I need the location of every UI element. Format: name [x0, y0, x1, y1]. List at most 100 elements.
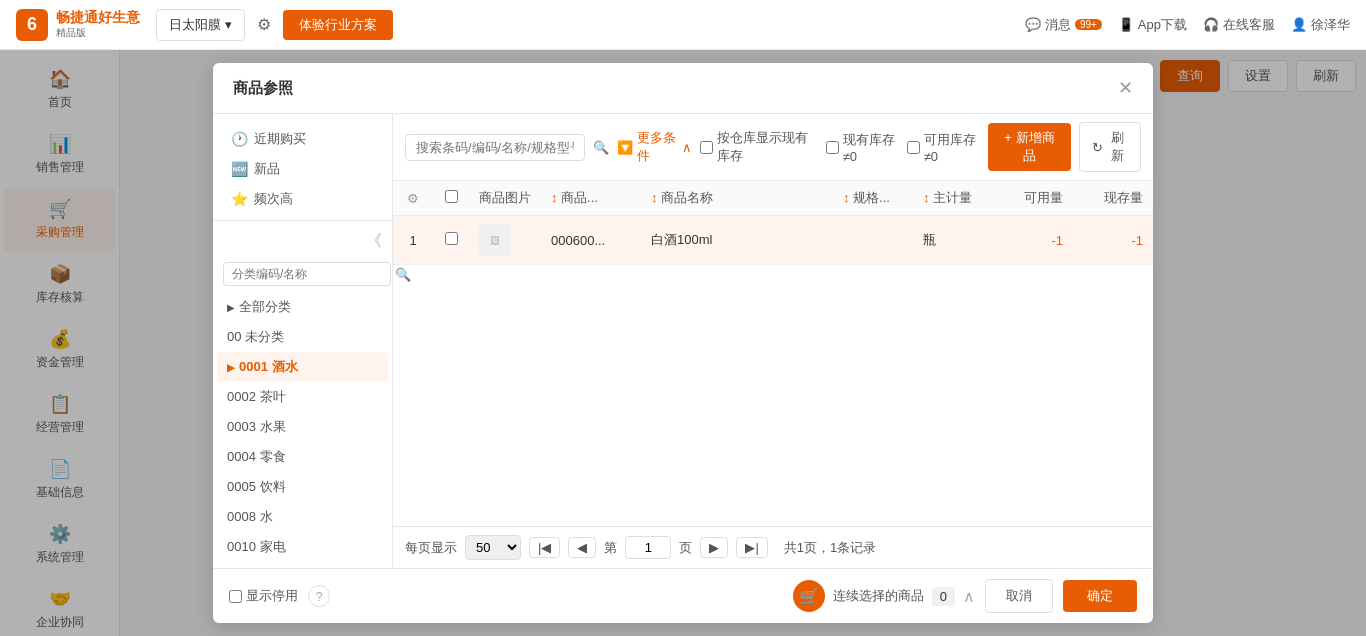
- sort-icon2: ↕: [651, 190, 658, 205]
- new-icon: 🆕: [231, 161, 248, 177]
- cat-item-appliance[interactable]: 0010 家电: [217, 532, 388, 558]
- cart-icon[interactable]: 🛒: [793, 580, 825, 612]
- prev-page-button[interactable]: ◀: [568, 537, 596, 558]
- headset-icon: 🎧: [1203, 17, 1219, 32]
- modal-left-panel: 🕐 近期购买 🆕 新品 ⭐ 频次高: [213, 114, 393, 568]
- cat-item-liquor[interactable]: ▶ 0001 酒水: [217, 352, 388, 382]
- add-product-button[interactable]: + 新增商品: [988, 123, 1071, 171]
- chevron-up-icon: ∧: [682, 140, 692, 155]
- content-area: 查询 设置 刷新 商品参照 ✕ 🕐: [120, 50, 1366, 636]
- online-service-nav-item[interactable]: 🎧 在线客服: [1203, 16, 1275, 34]
- filter-icon: 🔽: [617, 140, 633, 155]
- refresh-table-button[interactable]: ↻ 刷新: [1079, 122, 1141, 172]
- logo-icon: 6: [16, 9, 48, 41]
- table-header: ⚙ 商品图片 ↕ 商品...: [393, 181, 1153, 216]
- quick-filter-frequent[interactable]: ⭐ 频次高: [223, 184, 382, 214]
- pagination-bar: 每页显示 20 50 100 |◀ ◀ 第 页 ▶: [393, 526, 1153, 568]
- product-image-cell: 🖼: [469, 216, 541, 265]
- page-word2: 页: [679, 539, 692, 557]
- product-table: ⚙ 商品图片 ↕ 商品...: [393, 181, 1153, 265]
- clock-icon: 🕐: [231, 131, 248, 147]
- show-disabled-checkbox[interactable]: [229, 590, 242, 603]
- unit-col-header[interactable]: ↕ 主计量: [913, 181, 993, 216]
- cat-item-unclassified[interactable]: 00 未分类: [217, 322, 388, 352]
- product-spec-cell: [833, 216, 913, 265]
- per-page-label: 每页显示: [405, 539, 457, 557]
- messages-badge: 99+: [1075, 19, 1102, 30]
- product-name-cell: 白酒100ml: [641, 216, 833, 265]
- product-code-cell: 000600...: [541, 216, 641, 265]
- refresh-icon: ↻: [1092, 140, 1103, 155]
- table-body: 1 🖼 000600... 白酒100ml: [393, 216, 1153, 265]
- help-icon[interactable]: ?: [308, 585, 330, 607]
- more-filter-button[interactable]: 🔽 更多条件 ∧: [617, 129, 692, 165]
- image-col-header: 商品图片: [469, 181, 541, 216]
- avail-nonzero-checkbox[interactable]: [907, 141, 920, 154]
- category-list: ▶ 全部分类 00 未分类 ▶ 0001 酒水 0002 茶: [213, 292, 392, 558]
- row-check[interactable]: [433, 216, 469, 265]
- cat-item-snack[interactable]: 0004 零食: [217, 442, 388, 472]
- try-solution-button[interactable]: 体验行业方案: [283, 10, 393, 40]
- last-page-button[interactable]: ▶|: [736, 537, 767, 558]
- logo-text: 畅捷通好生意 精品版: [56, 9, 140, 40]
- product-table-wrap: ⚙ 商品图片 ↕ 商品...: [393, 181, 1153, 526]
- table-settings-header[interactable]: ⚙: [393, 181, 433, 216]
- check-all-header[interactable]: [433, 181, 469, 216]
- cart-count: 0: [932, 587, 955, 606]
- app-download-nav-item[interactable]: 📱 App下载: [1118, 16, 1187, 34]
- modal-toolbar: 🔍 🔽 更多条件 ∧ 按仓库显示现有库存: [393, 114, 1153, 181]
- quick-filter-new[interactable]: 🆕 新品: [223, 154, 382, 184]
- product-search-input[interactable]: [405, 134, 585, 161]
- cat-item-fruit[interactable]: 0003 水果: [217, 412, 388, 442]
- cancel-button[interactable]: 取消: [985, 579, 1053, 613]
- user-nav-item[interactable]: 👤 徐泽华: [1291, 16, 1350, 34]
- row-checkbox[interactable]: [445, 232, 458, 245]
- message-icon: 💬: [1025, 17, 1041, 32]
- chevron-down-icon: ▾: [225, 17, 232, 32]
- modal-footer: 显示停用 ? 🛒 连续选择的商品 0 ∧ 取消 确定: [213, 568, 1153, 623]
- cat-item-water[interactable]: 0008 水: [217, 502, 388, 532]
- next-page-button[interactable]: ▶: [700, 537, 728, 558]
- collapse-left-button[interactable]: 《: [213, 227, 392, 256]
- messages-nav-item[interactable]: 💬 消息 99+: [1025, 16, 1102, 34]
- store-selector[interactable]: 日太阳膜 ▾: [156, 9, 245, 41]
- cat-arrow-icon: ▶: [227, 302, 235, 313]
- cart-collapse-icon[interactable]: ∧: [963, 587, 975, 606]
- first-page-button[interactable]: |◀: [529, 537, 560, 558]
- image-icon: 🖼: [490, 235, 500, 246]
- top-nav: 6 畅捷通好生意 精品版 日太阳膜 ▾ ⚙ 体验行业方案 💬 消息 99+ 📱 …: [0, 0, 1366, 50]
- cat-item-tea[interactable]: 0002 茶叶: [217, 382, 388, 412]
- cat-item-all[interactable]: ▶ 全部分类: [217, 292, 388, 322]
- quick-filter-recent[interactable]: 🕐 近期购买: [223, 124, 382, 154]
- show-disabled-label[interactable]: 显示停用: [229, 587, 298, 605]
- per-page-select[interactable]: 20 50 100: [465, 535, 521, 560]
- settings-icon[interactable]: ⚙: [257, 15, 271, 34]
- product-search-icon[interactable]: 🔍: [593, 140, 609, 155]
- show-stock-checkbox[interactable]: [700, 141, 713, 154]
- table-row[interactable]: 1 🖼 000600... 白酒100ml: [393, 216, 1153, 265]
- stock-col-header: 现存量: [1073, 181, 1153, 216]
- avatar: 👤: [1291, 17, 1307, 32]
- checkbox-stock-nonzero[interactable]: 现有库存≠0: [826, 131, 899, 164]
- product-thumbnail: 🖼: [479, 224, 511, 256]
- checkbox-show-stock[interactable]: 按仓库显示现有库存: [700, 129, 817, 165]
- cat-item-beverage[interactable]: 0005 饮料: [217, 472, 388, 502]
- page-word: 第: [604, 539, 617, 557]
- product-reference-modal: 商品参照 ✕ 🕐 近期购买 🆕: [213, 63, 1153, 623]
- logo-area: 6 畅捷通好生意 精品版: [16, 9, 140, 41]
- page-number-input[interactable]: [625, 536, 671, 559]
- category-search-input[interactable]: [223, 262, 391, 286]
- avail-col-header: 可用量: [993, 181, 1073, 216]
- sort-icon: ↕: [551, 190, 558, 205]
- modal-close-button[interactable]: ✕: [1118, 77, 1133, 99]
- check-all-checkbox[interactable]: [445, 190, 458, 203]
- cart-label: 连续选择的商品: [833, 587, 924, 605]
- code-col-header[interactable]: ↕ 商品...: [541, 181, 641, 216]
- confirm-button[interactable]: 确定: [1063, 580, 1137, 612]
- checkbox-avail-nonzero[interactable]: 可用库存≠0: [907, 131, 980, 164]
- modal-right-panel: 🔍 🔽 更多条件 ∧ 按仓库显示现有库存: [393, 114, 1153, 568]
- name-col-header[interactable]: ↕ 商品名称: [641, 181, 833, 216]
- stock-nonzero-checkbox[interactable]: [826, 141, 839, 154]
- quick-filter-items: 🕐 近期购买 🆕 新品 ⭐ 频次高: [213, 124, 392, 214]
- spec-col-header[interactable]: ↕ 规格...: [833, 181, 913, 216]
